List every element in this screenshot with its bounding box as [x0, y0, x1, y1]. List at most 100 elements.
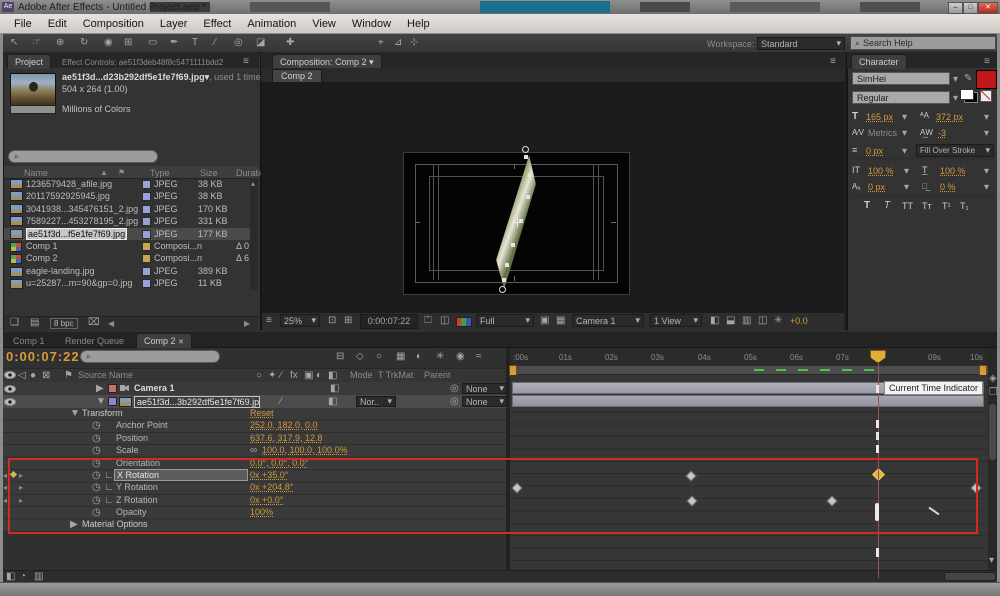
- source-name-header[interactable]: Source Name: [78, 370, 133, 380]
- bit-depth-badge[interactable]: 8 bpc: [50, 318, 78, 329]
- stopwatch-icon[interactable]: ◷: [92, 483, 101, 493]
- parent-dropdown-image[interactable]: None▾: [462, 396, 508, 407]
- pan-behind-tool[interactable]: ⊞: [124, 38, 132, 48]
- property-anchor-point[interactable]: Anchor Point: [116, 420, 168, 430]
- mode-dropdown[interactable]: Nor..▾: [356, 396, 396, 407]
- anchor-point-value[interactable]: 252.0, 182.0, 0.0: [250, 420, 318, 430]
- panel-menu-icon[interactable]: ≡: [830, 57, 836, 67]
- hand-tool[interactable]: ☞: [32, 38, 41, 48]
- stopwatch-icon[interactable]: ◷: [92, 446, 101, 456]
- project-row-name[interactable]: Comp 1: [26, 241, 58, 251]
- layer-handle[interactable]: [528, 173, 532, 177]
- opacity-value[interactable]: 100%: [250, 507, 273, 517]
- comp-mini-flowchart-button[interactable]: ⊟: [336, 352, 344, 362]
- property-group-material-options[interactable]: Material Options: [82, 519, 148, 529]
- transform-reset[interactable]: Reset: [250, 408, 274, 418]
- brainstorm-button[interactable]: ✳: [436, 352, 444, 362]
- label-chip[interactable]: [142, 279, 151, 288]
- z-rotation-value[interactable]: 0x +0.0°: [250, 495, 283, 505]
- expander-icon[interactable]: ▶: [96, 384, 104, 394]
- world-axis-mode-button[interactable]: ⊿: [394, 38, 402, 48]
- transparency-grid-icon[interactable]: ▦: [556, 316, 565, 326]
- property-scale[interactable]: Scale: [116, 445, 139, 455]
- tab-render-queue[interactable]: Render Queue: [58, 334, 131, 348]
- kf-next-icon[interactable]: ▸: [19, 483, 23, 492]
- interpret-footage-icon[interactable]: ❏: [10, 318, 19, 328]
- chevron-down-icon[interactable]: ▾: [984, 113, 989, 123]
- layer-name-camera[interactable]: Camera 1: [134, 383, 175, 393]
- new-folder-icon[interactable]: ▤: [30, 318, 39, 328]
- always-preview-icon[interactable]: ≡: [266, 316, 272, 326]
- property-z-rotation[interactable]: Z Rotation: [116, 495, 158, 505]
- parent-header[interactable]: Parent: [424, 370, 451, 380]
- tsume-value[interactable]: 0 %: [940, 182, 956, 192]
- property-y-rotation[interactable]: Y Rotation: [116, 482, 158, 492]
- motion-blur-button[interactable]: ◐: [416, 352, 422, 362]
- menu-effect[interactable]: Effect: [195, 18, 239, 30]
- link-icon[interactable]: ∞: [250, 446, 257, 456]
- all-caps-button[interactable]: TT: [902, 201, 913, 211]
- kf-prev-icon[interactable]: ◂: [3, 496, 7, 505]
- resolution-dropdown[interactable]: Full▾: [476, 314, 534, 327]
- vertical-scale-value[interactable]: 100 %: [868, 166, 894, 176]
- channels-icon[interactable]: [456, 317, 472, 327]
- expander-icon[interactable]: ▼: [96, 397, 106, 407]
- scroll-left-icon[interactable]: ◀: [108, 319, 114, 328]
- scale-value[interactable]: 100.0, 100.0, 100.0%: [262, 445, 348, 455]
- comp-timecode[interactable]: 0:00:07:22: [360, 314, 418, 329]
- column-type[interactable]: Type: [150, 168, 170, 178]
- comp-subtab[interactable]: Comp 2: [272, 69, 322, 83]
- tab-comp1[interactable]: Comp 1: [6, 334, 52, 348]
- scroll-down-icon[interactable]: ▾: [989, 556, 994, 566]
- panel-menu-icon[interactable]: ≡: [243, 57, 249, 67]
- timeline-zoom-slider[interactable]: [944, 572, 996, 581]
- view-layout-dropdown[interactable]: 1 View▾: [650, 314, 702, 327]
- menu-composition[interactable]: Composition: [75, 18, 152, 30]
- parent-dropdown-camera[interactable]: None▾: [462, 383, 508, 394]
- hide-shy-layers-button[interactable]: ○: [376, 352, 382, 362]
- fill-color-swatch[interactable]: [976, 70, 997, 89]
- menu-edit[interactable]: Edit: [40, 18, 75, 30]
- layer-handle[interactable]: [505, 263, 509, 267]
- minimize-button[interactable]: –: [948, 2, 963, 14]
- trash-icon[interactable]: ⌧: [88, 318, 100, 328]
- font-size-value[interactable]: 165 px: [866, 112, 893, 122]
- tab-project[interactable]: Project: [7, 54, 51, 69]
- layer-handle[interactable]: [524, 155, 528, 159]
- stopwatch-icon[interactable]: ◷: [92, 508, 101, 518]
- chevron-down-icon[interactable]: ▾: [902, 113, 907, 123]
- menu-help[interactable]: Help: [399, 18, 438, 30]
- zoom-tool[interactable]: ⊕: [56, 38, 64, 48]
- label-chip[interactable]: [142, 217, 151, 226]
- property-orientation[interactable]: Orientation: [116, 458, 160, 468]
- reset-exposure-icon[interactable]: ✳: [774, 316, 782, 326]
- chevron-down-icon[interactable]: ▾: [902, 129, 907, 139]
- timeline-button-icon[interactable]: ▥: [742, 316, 751, 326]
- layer-color-chip[interactable]: [108, 384, 117, 393]
- tab-character[interactable]: Character: [851, 54, 907, 69]
- frame-blending-button[interactable]: ▦: [396, 352, 405, 362]
- chevron-down-icon[interactable]: ▾: [904, 183, 909, 193]
- layer-handle[interactable]: [526, 195, 530, 199]
- y-rotation-value[interactable]: 0x +204.8°: [250, 482, 293, 492]
- property-x-rotation-selected[interactable]: X Rotation: [114, 469, 248, 481]
- chevron-down-icon[interactable]: ▾: [984, 167, 989, 177]
- eraser-tool[interactable]: ◪: [256, 38, 265, 48]
- font-family-dropdown-icon[interactable]: ▾: [953, 75, 958, 85]
- project-row-name[interactable]: 3041938...345476151_2.jpg: [26, 204, 138, 214]
- project-row-name[interactable]: eagle-landing.jpg: [26, 266, 95, 276]
- expand-transfer-toggle[interactable]: ◔: [20, 572, 26, 582]
- mode-header[interactable]: Mode: [350, 370, 373, 380]
- text-tool[interactable]: T: [192, 38, 198, 48]
- camera-tool[interactable]: ◉: [104, 38, 113, 48]
- brush-tool[interactable]: ∕: [214, 38, 216, 48]
- pixel-aspect-icon[interactable]: ◧: [710, 316, 719, 326]
- timeline-search-box[interactable]: ⌕: [80, 350, 220, 363]
- rotation-handle[interactable]: [522, 146, 529, 153]
- graph-editor-button[interactable]: ≈: [476, 352, 482, 362]
- fast-previews-icon[interactable]: ⬓: [726, 316, 735, 326]
- exposure-value[interactable]: +0.0: [790, 316, 808, 326]
- font-style-field[interactable]: Regular: [852, 91, 950, 104]
- pen-tool[interactable]: ✒: [170, 38, 178, 48]
- 3d-toggle-icon[interactable]: ◧: [328, 397, 337, 407]
